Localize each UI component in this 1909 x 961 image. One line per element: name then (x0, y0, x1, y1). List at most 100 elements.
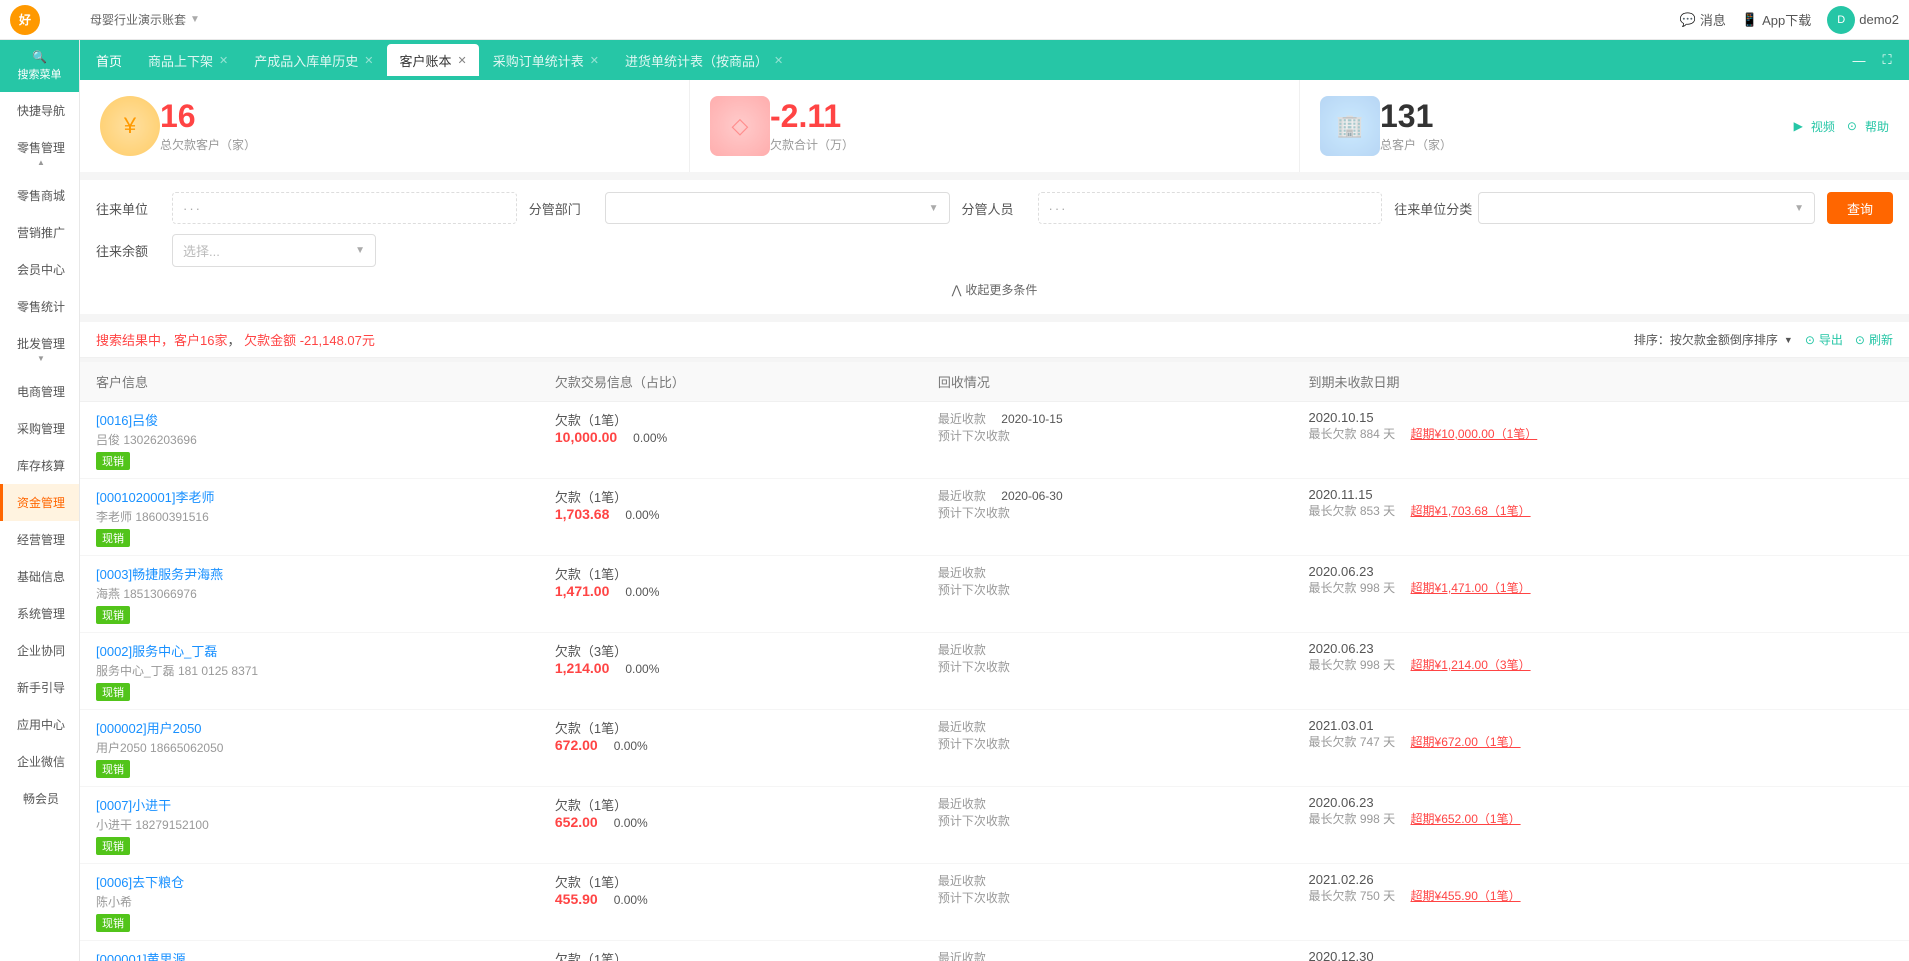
tab-product-shelf-close[interactable]: ✕ (219, 54, 228, 67)
sidebar-item-marketing[interactable]: 营销推广 (0, 214, 79, 251)
overdue-amount-link[interactable]: 超期¥672.00（1笔） (1411, 735, 1521, 749)
message-icon: 💬 (1680, 12, 1696, 28)
sidebar-item-newbie[interactable]: 新手引导 (0, 669, 79, 706)
overdue-amount-link[interactable]: 超期¥455.90（1笔） (1411, 889, 1521, 903)
debt-amount[interactable]: 1,214.00 (555, 660, 610, 676)
sidebar-item-enterprise[interactable]: 企业协同 (0, 632, 79, 669)
sidebar-search[interactable]: 🔍 搜索菜单 (0, 40, 79, 92)
customer-name-link[interactable]: [0003]畅捷服务尹海燕 (96, 567, 223, 582)
tab-product-shelf[interactable]: 商品上下架 ✕ (136, 44, 240, 76)
message-btn[interactable]: 💬 消息 (1680, 10, 1726, 29)
overdue-days: 最长欠款 853 天 超期¥1,703.68（1笔） (1308, 502, 1893, 519)
stat-debt-customers-value: 16 (160, 100, 256, 132)
sidebar-item-vip[interactable]: 畅会员 (0, 780, 79, 817)
tab-product-history-close[interactable]: ✕ (364, 54, 373, 67)
batch-mgmt-label: 批发管理 (17, 335, 65, 352)
customer-name-link[interactable]: [0001020001]李老师 (96, 490, 215, 505)
tab-maximize-btn[interactable]: ⛶ (1877, 50, 1897, 70)
customer-name-link[interactable]: [0002]服务中心_丁磊 (96, 644, 217, 659)
help-label[interactable]: 帮助 (1865, 118, 1889, 135)
overdue-amount-link[interactable]: 超期¥1,703.68（1笔） (1411, 504, 1531, 518)
filter-customer-input[interactable]: ··· (172, 192, 517, 224)
recovery-last-payment: 最近收款 2020-10-15 (938, 410, 1277, 427)
filter-customer-dots: ··· (183, 201, 202, 216)
debt-amount[interactable]: 652.00 (555, 814, 598, 830)
debt-amount[interactable]: 455.90 (555, 891, 598, 907)
sidebar-item-apps[interactable]: 应用中心 (0, 706, 79, 743)
tab-inventory-stats-close[interactable]: ✕ (774, 54, 783, 67)
tab-customer-account[interactable]: 客户账本 ✕ (387, 44, 478, 76)
cell-customer-2: [0003]畅捷服务尹海燕 海燕 18513066976 现销 (80, 556, 539, 633)
sidebar-item-purchase[interactable]: 采购管理 (0, 410, 79, 447)
overdue-amount-link[interactable]: 超期¥652.00（1笔） (1411, 812, 1521, 826)
search-button[interactable]: 查询 (1827, 192, 1893, 224)
export-label: 导出 (1819, 331, 1843, 348)
sidebar-item-inventory[interactable]: 库存核算 (0, 447, 79, 484)
results-summary: 搜索结果中，客户16家 (96, 333, 227, 348)
recovery-next-payment: 预计下次收款 (938, 504, 1277, 521)
export-btn[interactable]: ⊙ 导出 (1805, 331, 1843, 348)
tab-product-history[interactable]: 产成品入库单历史 ✕ (242, 44, 385, 76)
sidebar-item-basic[interactable]: 基础信息 (0, 558, 79, 595)
sidebar-item-retail-mgmt[interactable]: 零售管理 ▲ (0, 129, 79, 177)
sidebar-item-ops[interactable]: 经营管理 (0, 521, 79, 558)
last-payment-date: 2020-06-30 (989, 489, 1062, 503)
customer-name-link[interactable]: [000001]黄思源 (96, 952, 186, 961)
customer-name-link[interactable]: [0006]去下粮仓 (96, 875, 184, 890)
stat-debt-amount-label: 欠款合计（万） (770, 136, 854, 153)
overdue-amount-link[interactable]: 超期¥1,471.00（1笔） (1411, 581, 1531, 595)
cell-debt-2: 欠款（1笔） 1,471.00 0.00% (539, 556, 922, 633)
tab-inventory-stats[interactable]: 进货单统计表（按商品） ✕ (613, 44, 795, 76)
sidebar-item-wechat[interactable]: 企业微信 (0, 743, 79, 780)
cell-customer-0: [0016]吕俊 吕俊 13026203696 现销 (80, 402, 539, 479)
cell-customer-6: [0006]去下粮仓 陈小希 现销 (80, 864, 539, 941)
stat-card-debt-amount: ◇ -2.11 欠款合计（万） (690, 80, 1300, 172)
sidebar-item-retail-stats[interactable]: 零售统计 (0, 288, 79, 325)
debt-ratio: 0.00% (625, 585, 659, 599)
chevron-down-type: ▼ (1794, 203, 1804, 214)
table-row: [0003]畅捷服务尹海燕 海燕 18513066976 现销 欠款（1笔） 1… (80, 556, 1909, 633)
results-debt-summary: 欠款金额 -21,148.07元 (244, 333, 375, 348)
sidebar-item-ecommerce[interactable]: 电商管理 (0, 373, 79, 410)
sidebar-item-quick-nav[interactable]: 快捷导航 (0, 92, 79, 129)
filter-row-2: 往来余额 选择... ▼ (96, 234, 1893, 267)
refresh-icon: ⊙ (1855, 333, 1865, 347)
filter-customer: 往来单位 ··· (96, 192, 517, 224)
tab-minimize-btn[interactable]: — (1849, 50, 1869, 70)
filter-manager-input[interactable]: ··· (1038, 192, 1383, 224)
debt-amount[interactable]: 1,703.68 (555, 506, 610, 522)
customer-name-link[interactable]: [0007]小进干 (96, 798, 171, 813)
sidebar-item-retail-mall[interactable]: 零售商城 (0, 177, 79, 214)
tab-purchase-order[interactable]: 采购订单统计表 ✕ (481, 44, 611, 76)
overdue-amount-link[interactable]: 超期¥10,000.00（1笔） (1411, 427, 1538, 441)
sidebar-item-system[interactable]: 系统管理 (0, 595, 79, 632)
filter-customer-type-select[interactable]: ▼ (1478, 192, 1815, 224)
tab-customer-account-close[interactable]: ✕ (458, 54, 467, 67)
store-name: 母婴行业演示账套 (90, 11, 186, 28)
tab-home[interactable]: 首页 (84, 44, 134, 76)
customer-name-link[interactable]: [0016]吕俊 (96, 413, 158, 428)
user-menu[interactable]: D demo2 (1827, 6, 1899, 34)
sort-select[interactable]: 排序：按欠款金额倒序排序 ▼ (1634, 331, 1793, 348)
filter-balance-select[interactable]: 选择... ▼ (172, 234, 376, 267)
filter-department-select[interactable]: ▼ (605, 192, 950, 224)
collapse-filters-btn[interactable]: ⋀ 收起更多条件 (96, 277, 1893, 302)
tab-purchase-order-close[interactable]: ✕ (590, 54, 599, 67)
debt-amount[interactable]: 10,000.00 (555, 429, 617, 445)
recovery-last-payment: 最近收款 (938, 564, 1277, 581)
customer-name-link[interactable]: [000002]用户2050 (96, 721, 202, 736)
view-label[interactable]: 视频 (1811, 118, 1835, 135)
sort-label: 排序：按欠款金额倒序排序 (1634, 331, 1778, 348)
debt-amount[interactable]: 672.00 (555, 737, 598, 753)
cell-recovery-1: 最近收款 2020-06-30 预计下次收款 (922, 479, 1293, 556)
app-download-btn[interactable]: 📱 App下载 (1742, 10, 1811, 29)
debt-amount[interactable]: 1,471.00 (555, 583, 610, 599)
sidebar-item-member[interactable]: 会员中心 (0, 251, 79, 288)
cell-recovery-6: 最近收款 预计下次收款 (922, 864, 1293, 941)
sidebar-item-finance[interactable]: 资金管理 (0, 484, 79, 521)
refresh-btn[interactable]: ⊙ 刷新 (1855, 331, 1893, 348)
sidebar-item-batch-mgmt[interactable]: 批发管理 ▼ (0, 325, 79, 373)
overdue-days: 最长欠款 750 天 超期¥455.90（1笔） (1308, 887, 1893, 904)
store-selector[interactable]: 母婴行业演示账套 ▼ (90, 11, 1680, 28)
overdue-amount-link[interactable]: 超期¥1,214.00（3笔） (1411, 658, 1531, 672)
